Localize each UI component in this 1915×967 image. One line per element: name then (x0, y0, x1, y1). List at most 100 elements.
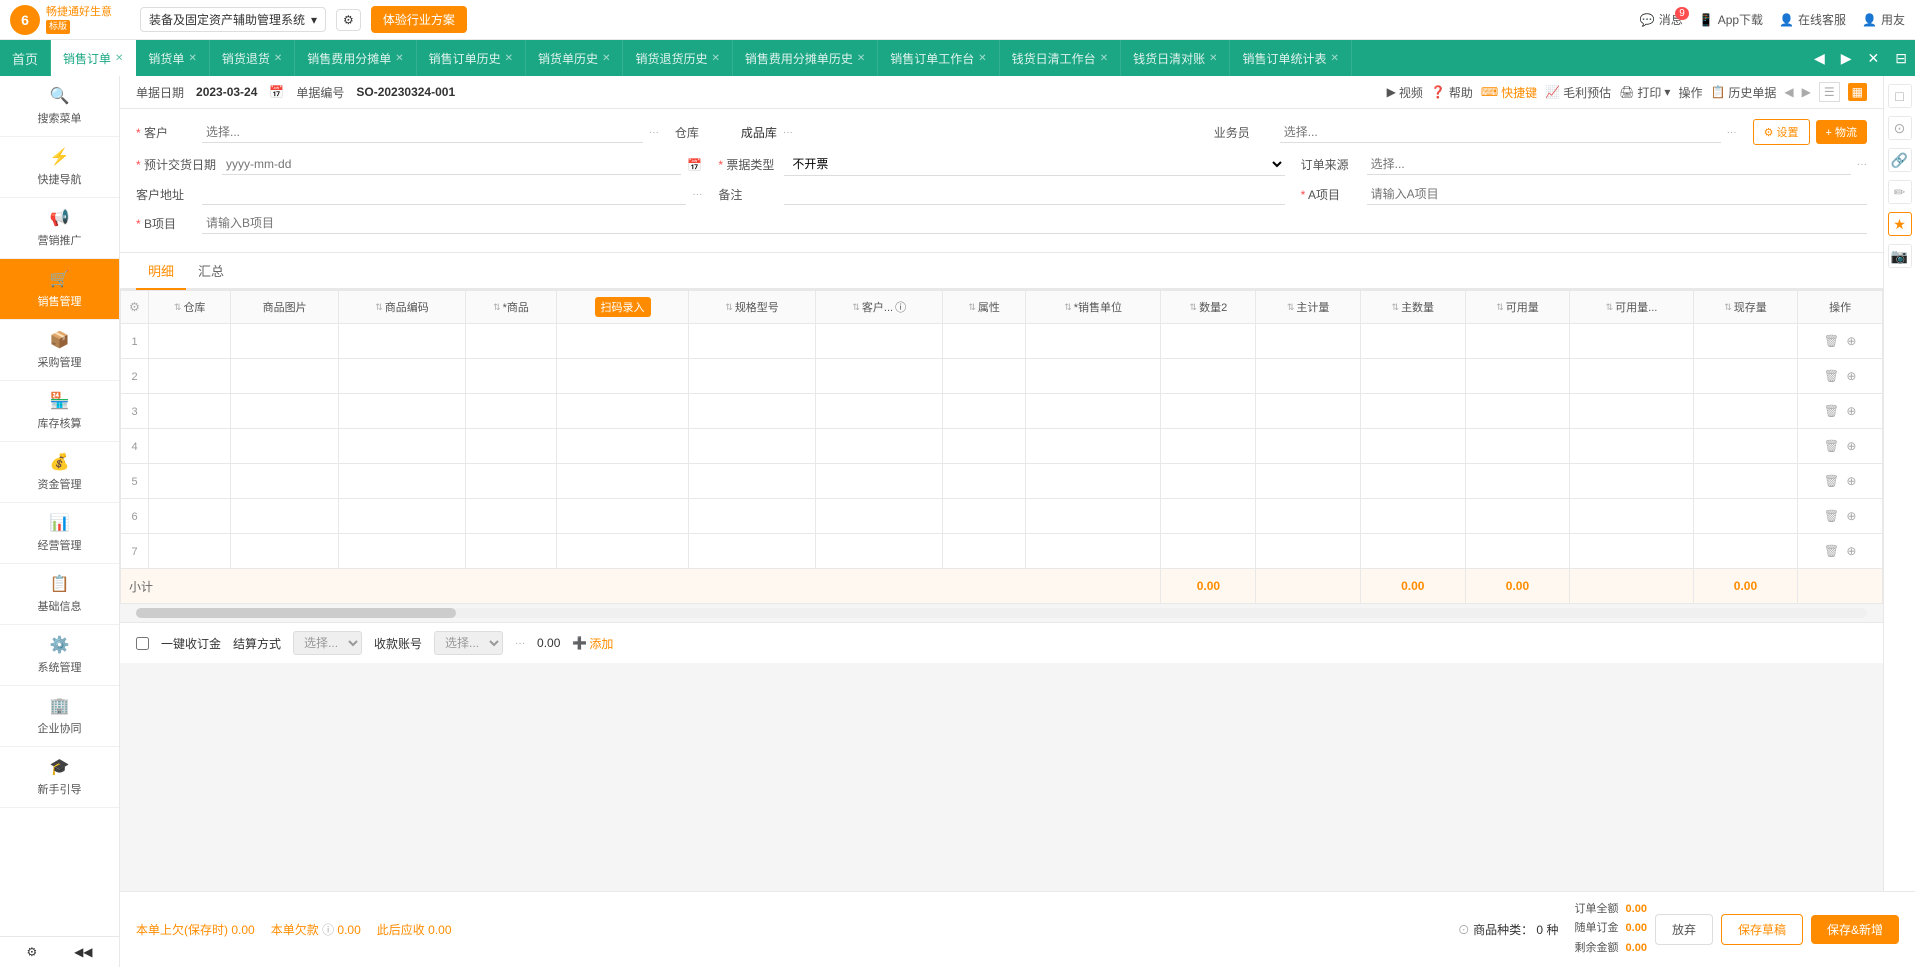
tab-daily-workbench[interactable]: 钱货日清工作台 ✕ (1000, 40, 1121, 76)
nav-close-all[interactable]: ✕ (1860, 50, 1888, 67)
row-customer-code-2[interactable] (816, 359, 943, 394)
tab-order-stats[interactable]: 销售订单统计表 ✕ (1230, 40, 1351, 76)
sidebar-item-system[interactable]: ⚙️ 系统管理 (0, 625, 119, 686)
row-attrs-1[interactable] (943, 324, 1025, 359)
view-toggle-list[interactable]: ☰ (1819, 82, 1840, 102)
row-spec-2[interactable] (689, 359, 816, 394)
row-code-6[interactable] (338, 499, 465, 534)
row-spec-7[interactable] (689, 534, 816, 569)
tab-summary[interactable]: 汇总 (186, 253, 236, 290)
delete-row-icon-6[interactable]: 🗑 (1824, 509, 1839, 523)
right-icon-3[interactable]: 🔗 (1888, 148, 1912, 172)
row-available2-4[interactable] (1570, 429, 1693, 464)
row-attrs-4[interactable] (943, 429, 1025, 464)
nav-menu[interactable]: ⊟ (1887, 50, 1915, 67)
right-icon-6[interactable]: 📷 (1888, 244, 1912, 268)
row-spec-3[interactable] (689, 394, 816, 429)
copy-row-icon-4[interactable]: ⊕ (1846, 439, 1856, 453)
copy-row-icon-6[interactable]: ⊕ (1846, 509, 1856, 523)
row-product-3[interactable] (466, 394, 557, 429)
row-available2-7[interactable] (1570, 534, 1693, 569)
address-input[interactable] (202, 184, 686, 205)
row-product-7[interactable] (466, 534, 557, 569)
row-product-2[interactable] (466, 359, 557, 394)
row-available-2[interactable] (1465, 359, 1570, 394)
copy-row-icon-2[interactable]: ⊕ (1846, 369, 1856, 383)
scan-btn[interactable]: 扫码录入 (595, 297, 651, 317)
row-stock-6[interactable] (1693, 499, 1798, 534)
one-key-checkbox[interactable] (136, 637, 149, 650)
sidebar-item-quick-nav[interactable]: ⚡ 快捷导航 (0, 137, 119, 198)
row-stock-5[interactable] (1693, 464, 1798, 499)
settings-form-btn[interactable]: ⚙ 设置 (1753, 119, 1810, 145)
delete-row-icon-7[interactable]: 🗑 (1824, 544, 1839, 558)
row-main-unit-4[interactable] (1256, 429, 1361, 464)
row-code-7[interactable] (338, 534, 465, 569)
prev-record-btn[interactable]: ◀ (1784, 85, 1793, 99)
row-attrs-3[interactable] (943, 394, 1025, 429)
row-main-unit-7[interactable] (1256, 534, 1361, 569)
row-warehouse-3[interactable] (149, 394, 231, 429)
settings-btn[interactable]: ⚙ (336, 9, 361, 31)
right-icon-4[interactable]: ✏ (1888, 180, 1912, 204)
right-icon-5[interactable]: ★ (1888, 212, 1912, 236)
row-warehouse-1[interactable] (149, 324, 231, 359)
row-spec-6[interactable] (689, 499, 816, 534)
delivery-date-input[interactable] (222, 154, 681, 175)
row-available-5[interactable] (1465, 464, 1570, 499)
table-scrollbar[interactable] (136, 608, 1867, 618)
row-qty2-1[interactable] (1161, 324, 1256, 359)
row-available-6[interactable] (1465, 499, 1570, 534)
tab-daily-reconcile[interactable]: 钱货日清对账 ✕ (1121, 40, 1230, 76)
row-warehouse-6[interactable] (149, 499, 231, 534)
delete-row-icon-4[interactable]: 🗑 (1824, 439, 1839, 453)
row-main-qty-5[interactable] (1360, 464, 1465, 499)
sidebar-item-guide[interactable]: 🎓 新手引导 (0, 747, 119, 808)
online-service-btn[interactable]: 👤 在线客服 (1779, 11, 1846, 28)
warehouse-dots[interactable]: ··· (783, 127, 793, 138)
row-code-2[interactable] (338, 359, 465, 394)
industry-btn[interactable]: 体验行业方案 (371, 6, 467, 33)
order-source-input[interactable] (1367, 154, 1851, 175)
tab-expense-history[interactable]: 销售费用分摊单历史 ✕ (733, 40, 878, 76)
address-dots[interactable]: ··· (692, 189, 702, 200)
row-warehouse-4[interactable] (149, 429, 231, 464)
invoice-type-select[interactable]: 不开票 增值税普通发票 增值税专用发票 (784, 153, 1284, 176)
sidebar-item-finance[interactable]: 💰 资金管理 (0, 442, 119, 503)
row-qty2-5[interactable] (1161, 464, 1256, 499)
copy-row-icon-3[interactable]: ⊕ (1846, 404, 1856, 418)
staff-input[interactable] (1280, 122, 1721, 143)
sidebar-item-purchase[interactable]: 📦 采购管理 (0, 320, 119, 381)
row-product-6[interactable] (466, 499, 557, 534)
user-menu[interactable]: 👤 用友 (1862, 11, 1905, 28)
calendar-icon[interactable]: 📅 (269, 85, 284, 99)
add-payment-btn[interactable]: ➕ 添加 (572, 635, 613, 652)
account-dots[interactable]: ··· (515, 638, 525, 649)
delete-row-icon-5[interactable]: 🗑 (1824, 474, 1839, 488)
row-available-4[interactable] (1465, 429, 1570, 464)
sidebar-item-basic-info[interactable]: 📋 基础信息 (0, 564, 119, 625)
row-unit-4[interactable] (1025, 429, 1161, 464)
row-customer-code-4[interactable] (816, 429, 943, 464)
sidebar-item-inventory[interactable]: 🏪 库存核算 (0, 381, 119, 442)
row-main-qty-3[interactable] (1360, 394, 1465, 429)
row-stock-2[interactable] (1693, 359, 1798, 394)
row-main-qty-4[interactable] (1360, 429, 1465, 464)
row-unit-5[interactable] (1025, 464, 1161, 499)
tab-detail[interactable]: 明细 (136, 253, 186, 290)
row-unit-7[interactable] (1025, 534, 1161, 569)
right-icon-1[interactable]: □ (1888, 84, 1912, 108)
nav-prev[interactable]: ◀ (1806, 50, 1833, 67)
row-attrs-6[interactable] (943, 499, 1025, 534)
sidebar-collapse-icon[interactable]: ◀◀ (74, 945, 92, 959)
b-project-input[interactable] (202, 213, 1867, 234)
row-available2-2[interactable] (1570, 359, 1693, 394)
history-btn[interactable]: 📋 历史单据 (1710, 84, 1776, 101)
delete-row-icon-1[interactable]: 🗑 (1824, 334, 1839, 348)
save-draft-btn[interactable]: 保存草稿 (1721, 914, 1803, 945)
scrollbar-thumb[interactable] (136, 608, 456, 618)
customer-input[interactable] (202, 122, 643, 143)
row-qty2-2[interactable] (1161, 359, 1256, 394)
print-btn[interactable]: 🖨 打印 ▾ (1619, 84, 1670, 101)
row-customer-code-6[interactable] (816, 499, 943, 534)
